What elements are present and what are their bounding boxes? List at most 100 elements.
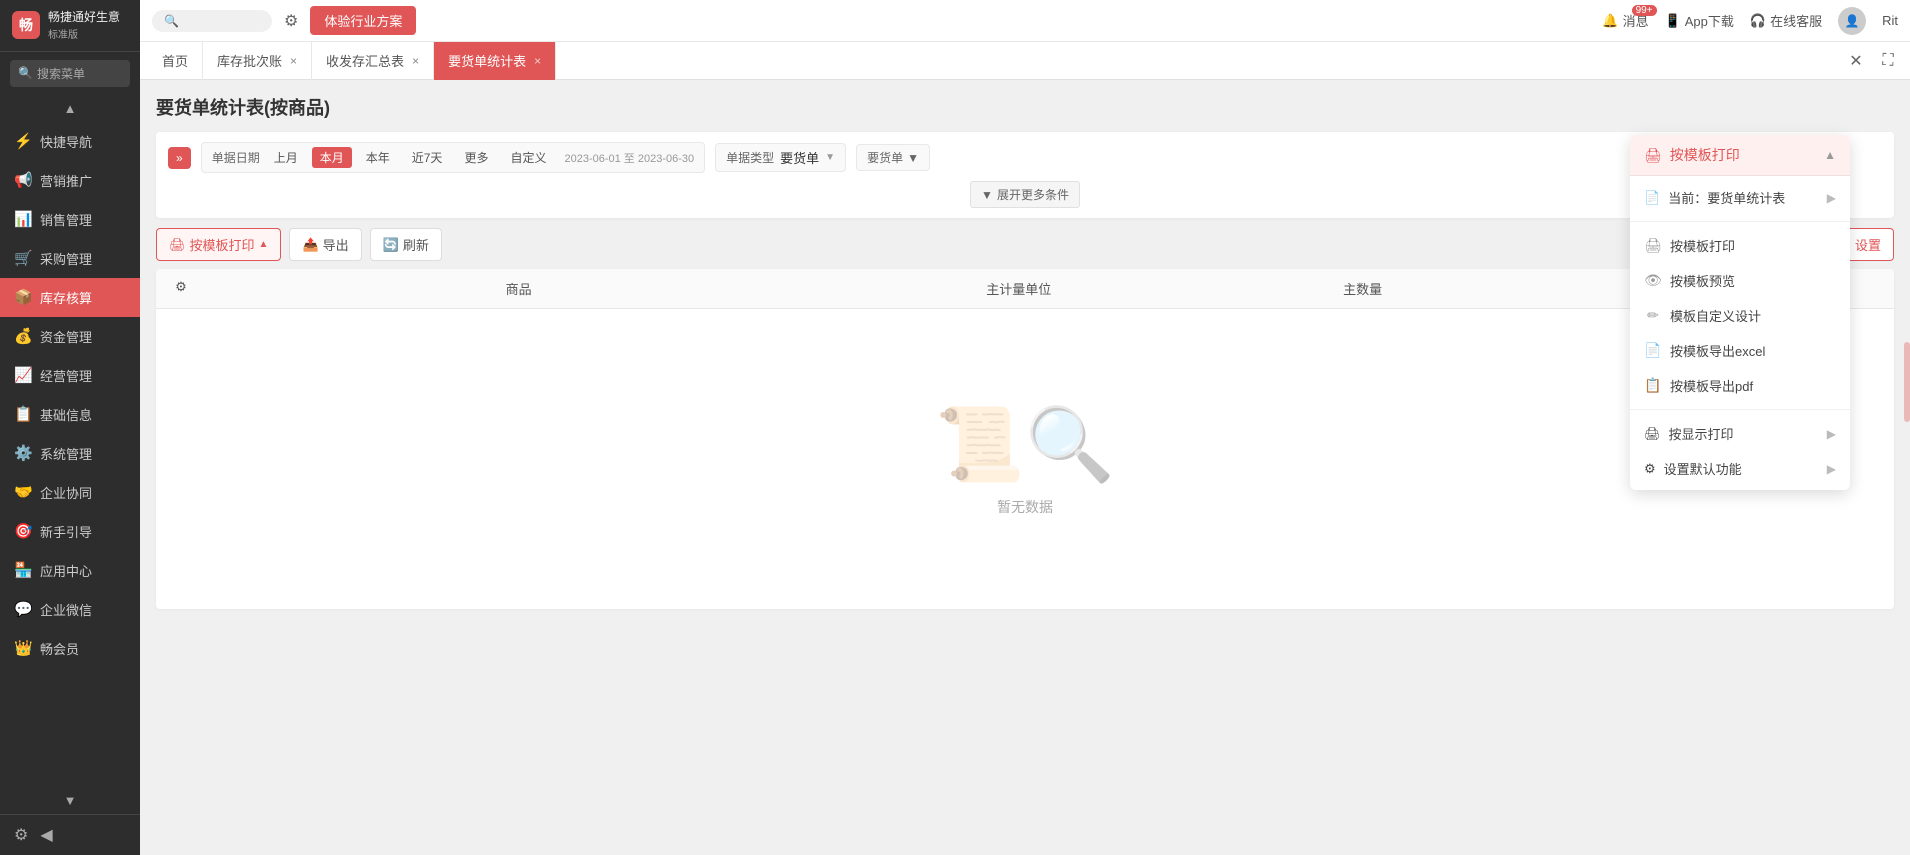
search-label: 搜索菜单: [37, 65, 85, 82]
date-label: 单据日期: [212, 149, 260, 166]
sidebar-item-label: 营销推广: [40, 171, 92, 190]
avatar-icon: 👤: [1845, 14, 1860, 28]
online-support-btn[interactable]: 🎧 在线客服: [1750, 11, 1822, 30]
tab-close-btn[interactable]: ×: [412, 54, 419, 68]
dropdown-group-section: 🖨 按显示打印 ▶ ⚙ 设置默认功能 ▶: [1630, 412, 1850, 490]
print-label: 按模板打印: [190, 235, 255, 254]
dropdown-title: 按模板打印: [1670, 145, 1740, 165]
settings-bottom-icon[interactable]: ⚙: [14, 825, 28, 845]
close-tab-btn[interactable]: ✕: [1842, 47, 1870, 75]
sidebar-item-business[interactable]: 📈 经营管理: [0, 356, 140, 395]
dropdown-display-print[interactable]: 🖨 按显示打印 ▶: [1630, 416, 1850, 451]
date-btn-custom[interactable]: 自定义: [502, 147, 554, 168]
page-title: 要货单统计表(按商品): [156, 94, 1894, 120]
default-func-label: 设置默认功能: [1664, 459, 1742, 478]
dropdown-divider-1: [1630, 221, 1850, 222]
header-search[interactable]: 🔍: [152, 10, 272, 32]
action-left: 🖨 按模板打印 ▲ 📤 导出 🔄 刷新: [156, 228, 442, 261]
tab-close-btn[interactable]: ×: [290, 54, 297, 68]
sidebar-item-marketing[interactable]: 📢 营销推广: [0, 161, 140, 200]
sidebar-item-label: 畅会员: [40, 639, 79, 658]
sidebar-item-label: 销售管理: [40, 210, 92, 229]
sidebar-item-system[interactable]: ⚙️ 系统管理: [0, 434, 140, 473]
dropdown-item-template-print[interactable]: 🖨 按模板打印: [1630, 228, 1850, 263]
tab-label: 首页: [162, 51, 188, 70]
dropdown-item-template-pdf[interactable]: 📋 按模板导出pdf: [1630, 368, 1850, 403]
online-support-label: 在线客服: [1770, 11, 1822, 30]
sidebar-item-inventory[interactable]: 📦 库存核算: [0, 278, 140, 317]
scroll-down-btn[interactable]: ▼: [60, 789, 81, 812]
date-btn-this-year[interactable]: 本年: [358, 147, 398, 168]
experience-btn[interactable]: 体验行业方案: [310, 6, 416, 35]
scroll-up-btn[interactable]: ▲: [60, 97, 81, 120]
print-arrow: ▲: [259, 239, 269, 250]
default-func-area: ⚙ 设置默认功能: [1644, 459, 1742, 478]
print-dropdown-menu: 🖨 按模板打印 ▲ 📄 当前：要货单统计表 ▶ 🖨 按模板打印 👁 按模板预览 …: [1630, 135, 1850, 490]
sidebar-item-appstore[interactable]: 🏪 应用中心: [0, 551, 140, 590]
export-btn[interactable]: 📤 导出: [289, 228, 361, 261]
tab-order-stat[interactable]: 要货单统计表 ×: [434, 42, 556, 80]
sidebar-logo: 畅 畅捷通好生意 标准版: [0, 0, 140, 52]
collapse-icon[interactable]: ◀: [40, 825, 52, 845]
business-icon: 📈: [14, 366, 32, 384]
dropdown-collapse-btn[interactable]: ▲: [1824, 148, 1836, 162]
sidebar-item-sales[interactable]: 📊 销售管理: [0, 200, 140, 239]
tab-label: 库存批次账: [217, 51, 282, 70]
tab-bar-right: ✕ ⛶: [1842, 47, 1902, 75]
maximize-btn[interactable]: ⛶: [1874, 47, 1902, 75]
order-filter[interactable]: 要货单 ▼: [856, 144, 930, 171]
col-qty: 主数量: [1206, 279, 1519, 298]
tab-home[interactable]: 首页: [148, 42, 203, 80]
refresh-btn[interactable]: 🔄 刷新: [370, 228, 442, 261]
date-btn-more[interactable]: 更多: [456, 147, 496, 168]
sidebar-item-guide[interactable]: 🎯 新手引导: [0, 512, 140, 551]
logo-icon: 畅: [12, 11, 40, 39]
dropdown-item-template-excel[interactable]: 📄 按模板导出excel: [1630, 333, 1850, 368]
avatar[interactable]: 👤: [1838, 7, 1866, 35]
current-label: 当前：要货单统计表: [1668, 188, 1785, 207]
sidebar-bottom: ⚙ ◀: [0, 814, 140, 855]
current-doc-icon: 📄: [1644, 190, 1660, 206]
sidebar-item-collab[interactable]: 🤝 企业协同: [0, 473, 140, 512]
dropdown-current-item[interactable]: 📄 当前：要货单统计表 ▶: [1630, 180, 1850, 215]
sidebar-nav: ⚡ 快捷导航 📢 营销推广 📊 销售管理 🛒 采购管理 📦 库存核算 💰 资金管…: [0, 122, 140, 787]
order-filter-label: 要货单: [867, 149, 903, 166]
empty-illustration: 📜🔍: [935, 402, 1114, 487]
notifications-btn[interactable]: 🔔 消息 99+: [1602, 11, 1648, 30]
sales-icon: 📊: [14, 210, 32, 228]
tab-close-btn[interactable]: ×: [534, 54, 541, 68]
sidebar-item-label: 应用中心: [40, 561, 92, 580]
refresh-icon: 🔄: [383, 237, 399, 253]
tab-batch[interactable]: 库存批次账 ×: [203, 42, 312, 80]
sidebar-item-wechat[interactable]: 💬 企业微信: [0, 590, 140, 629]
header-gear-icon[interactable]: ⚙: [284, 11, 298, 31]
date-btn-this-month[interactable]: 本月: [312, 147, 352, 168]
scrollbar-indicator[interactable]: [1904, 342, 1910, 422]
template-custom-label: 模板自定义设计: [1670, 306, 1761, 325]
sidebar-item-label: 企业微信: [40, 600, 92, 619]
dropdown-item-template-custom[interactable]: ✏ 模板自定义设计: [1630, 298, 1850, 333]
sidebar-item-vip[interactable]: 👑 畅会员: [0, 629, 140, 668]
dropdown-item-template-preview[interactable]: 👁 按模板预览: [1630, 263, 1850, 298]
sidebar-item-label: 经营管理: [40, 366, 92, 385]
sidebar-item-finance[interactable]: 💰 资金管理: [0, 317, 140, 356]
tab-receivable[interactable]: 收发存汇总表 ×: [312, 42, 434, 80]
sidebar-item-purchase[interactable]: 🛒 采购管理: [0, 239, 140, 278]
dropdown-divider-2: [1630, 409, 1850, 410]
vip-icon: 👑: [14, 639, 32, 657]
gear-col-icon[interactable]: ⚙: [175, 279, 187, 294]
date-btn-last-month[interactable]: 上月: [266, 147, 306, 168]
print-btn[interactable]: 🖨 按模板打印 ▲: [156, 228, 281, 261]
sidebar-item-basic[interactable]: 📋 基础信息: [0, 395, 140, 434]
dropdown-default-func[interactable]: ⚙ 设置默认功能 ▶: [1630, 451, 1850, 486]
search-icon: 🔍: [18, 66, 33, 80]
sidebar-search[interactable]: 🔍 搜索菜单: [10, 60, 130, 87]
dropdown-header: 🖨 按模板打印 ▲: [1630, 135, 1850, 176]
app-download-btn[interactable]: 📱 App下载: [1665, 11, 1734, 30]
sidebar-item-shortcut[interactable]: ⚡ 快捷导航: [0, 122, 140, 161]
filter-toggle-btn[interactable]: »: [168, 147, 191, 169]
date-btn-7days[interactable]: 近7天: [404, 147, 451, 168]
col-check[interactable]: ⚙: [156, 279, 206, 298]
template-print-label: 按模板打印: [1670, 236, 1735, 255]
expand-more-btn[interactable]: ▼ 展开更多条件: [970, 181, 1080, 208]
